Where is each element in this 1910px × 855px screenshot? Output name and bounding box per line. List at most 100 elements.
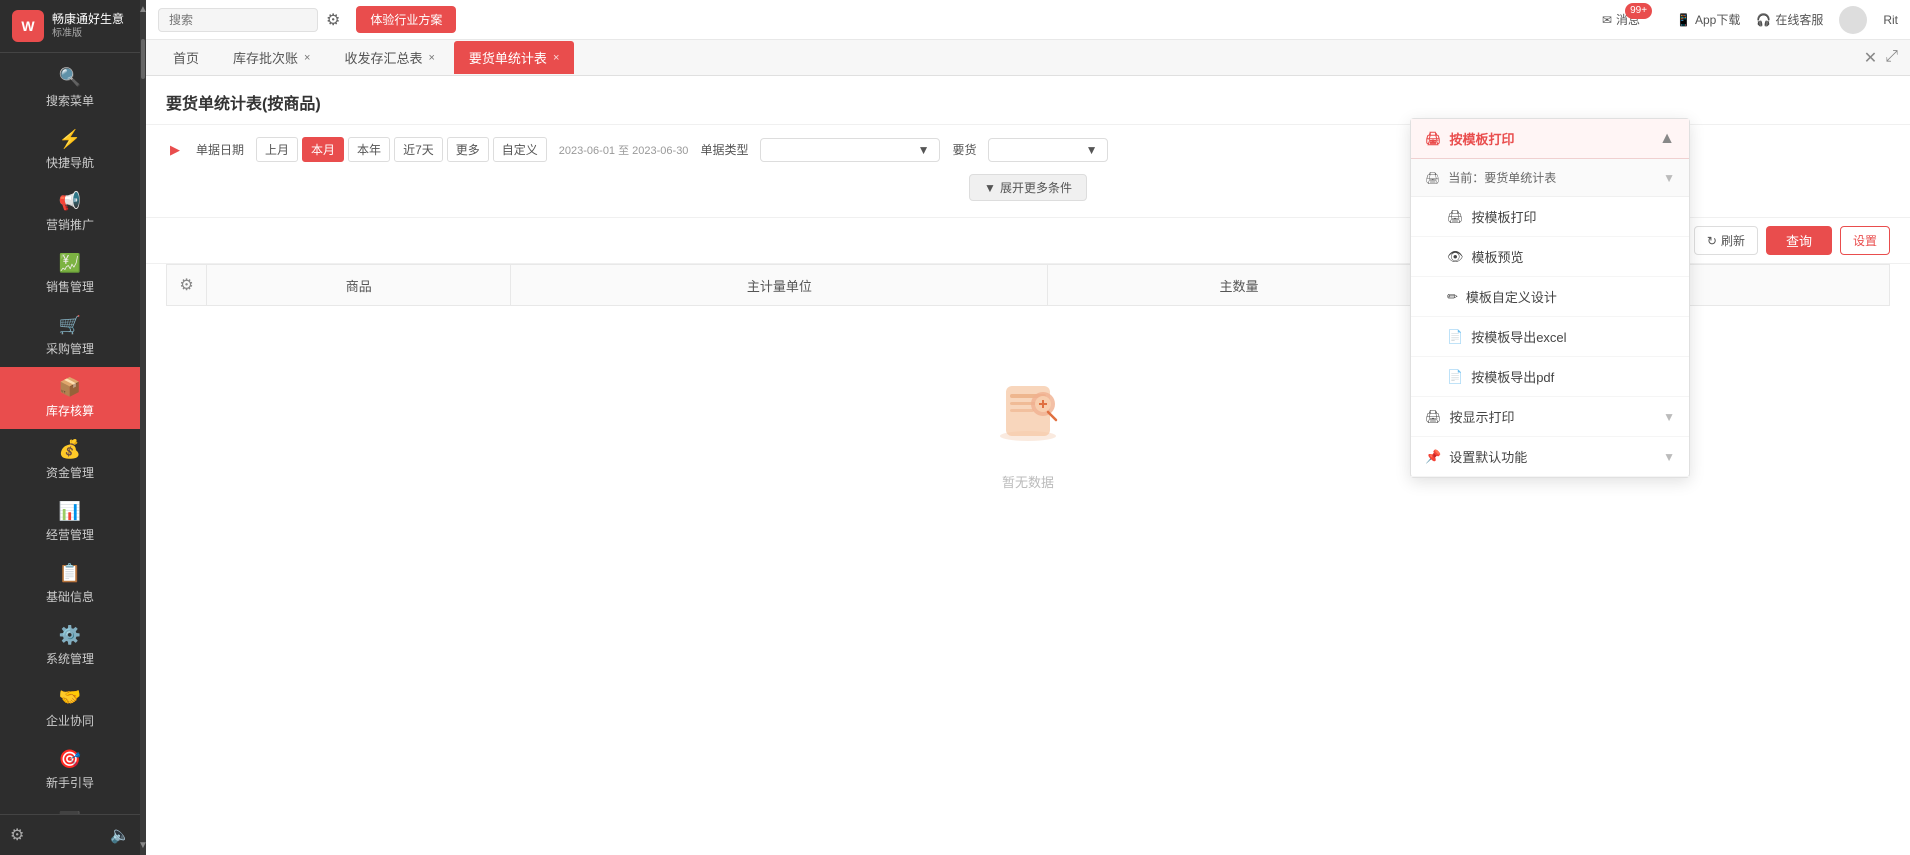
operation-icon: 📊 xyxy=(59,501,81,522)
tab-order-stats-label: 要货单统计表 xyxy=(469,48,547,67)
tab-home[interactable]: 首页 xyxy=(158,41,214,74)
sidebar-item-quick-nav[interactable]: ⚡ 快捷导航 xyxy=(0,119,140,181)
sidebar-settings-icon[interactable]: ⚙ xyxy=(10,825,24,845)
dropdown-item-export-pdf-label: 按模板导出pdf xyxy=(1471,367,1675,386)
service-icon: 🎧 xyxy=(1756,13,1771,27)
sidebar-nav: 🔍 搜索菜单 ⚡ 快捷导航 📢 营销推广 💹 销售管理 🛒 采购管理 📦 库存核… xyxy=(0,53,140,814)
sidebar-item-finance-label: 资金管理 xyxy=(46,464,94,481)
app-download-group[interactable]: 📱 App下载 xyxy=(1676,11,1740,28)
empty-state-icon xyxy=(988,366,1068,460)
dropdown-item-template-preview-label: 模板预览 xyxy=(1472,247,1675,266)
logo-area: W 畅康通好生意 标准版 xyxy=(0,0,140,53)
sidebar-item-marketing[interactable]: 📢 营销推广 xyxy=(0,181,140,243)
tab-receipts-summary[interactable]: 收发存汇总表 × xyxy=(329,41,449,74)
table-header-qty: 主数量 xyxy=(1048,265,1430,306)
tab-expand-icon[interactable]: ⤢ xyxy=(1885,48,1898,68)
sidebar-item-marketing-label: 营销推广 xyxy=(46,216,94,233)
dropdown-section-display-print[interactable]: 🖨 按显示打印 ▼ xyxy=(1411,397,1689,437)
date-btn-more[interactable]: 更多 xyxy=(447,137,489,162)
query-button[interactable]: 查询 xyxy=(1766,226,1832,255)
sidebar-item-appstore[interactable]: 🔲 应用中心 xyxy=(0,801,140,814)
inventory-icon: 📦 xyxy=(59,377,81,398)
topbar-search-input[interactable] xyxy=(158,8,318,32)
date-btn-this-year[interactable]: 本年 xyxy=(348,137,390,162)
tab-inventory-batch-label: 库存批次账 xyxy=(233,48,298,67)
sidebar-item-sales-label: 销售管理 xyxy=(46,278,94,295)
sidebar-item-finance[interactable]: 💰 资金管理 xyxy=(0,429,140,491)
purchase-icon: 🛒 xyxy=(59,315,81,336)
collab-icon: 🤝 xyxy=(59,687,81,708)
settings-button[interactable]: 设置 xyxy=(1840,226,1890,255)
sidebar-item-guide[interactable]: 🎯 新手引导 xyxy=(0,739,140,801)
dropdown-close-button[interactable]: ▲ xyxy=(1659,130,1675,148)
topbar: ⚙ 体验行业方案 ✉ 消息 99+ 📱 App下载 🎧 在线客服 Rit xyxy=(146,0,1910,40)
sidebar-item-sales[interactable]: 💹 销售管理 xyxy=(0,243,140,305)
online-service-group[interactable]: 🎧 在线客服 xyxy=(1756,11,1823,28)
sidebar-sound-icon[interactable]: 🔈 xyxy=(110,825,130,845)
dropdown-section-set-default[interactable]: 📌 设置默认功能 ▼ xyxy=(1411,437,1689,477)
dropdown-item-export-excel[interactable]: 📄 按模板导出excel xyxy=(1411,317,1689,357)
sidebar-item-collab[interactable]: 🤝 企业协同 xyxy=(0,677,140,739)
sidebar-item-basic[interactable]: 📋 基础信息 xyxy=(0,553,140,615)
sidebar-bottom: ⚙ 🔈 xyxy=(0,814,140,855)
tab-inventory-batch[interactable]: 库存批次账 × xyxy=(218,41,325,74)
tab-order-stats-close[interactable]: × xyxy=(553,52,559,64)
basic-icon: 📋 xyxy=(59,563,81,584)
dropdown-item-template-print[interactable]: 🖨 按模板打印 xyxy=(1411,197,1689,237)
sidebar-item-inventory[interactable]: 📦 库存核算 xyxy=(0,367,140,429)
current-arrow: ▼ xyxy=(1663,171,1675,185)
dropdown-item-template-preview[interactable]: 👁 模板预览 xyxy=(1411,237,1689,277)
dropdown-header: 🖨 按模板打印 ▲ xyxy=(1411,119,1689,159)
sidebar-item-system[interactable]: ⚙️ 系统管理 xyxy=(0,615,140,677)
table-header-settings[interactable]: ⚙ xyxy=(167,265,207,306)
sidebar-item-purchase[interactable]: 🛒 采购管理 xyxy=(0,305,140,367)
dropdown-current-item[interactable]: 🖨 当前：要货单统计表 ▼ xyxy=(1411,159,1689,197)
dropdown-item-template-custom[interactable]: ✏ 模板自定义设计 xyxy=(1411,277,1689,317)
marketing-icon: 📢 xyxy=(59,191,81,212)
tab-receipts-summary-close[interactable]: × xyxy=(428,52,434,64)
table-header-product: 商品 xyxy=(207,265,511,306)
sidebar-item-operation-label: 经营管理 xyxy=(46,526,94,543)
table-header-unit: 主计量单位 xyxy=(511,265,1048,306)
template-custom-icon: ✏ xyxy=(1447,289,1458,305)
filter-type-label: 单据类型 xyxy=(700,141,748,158)
sidebar-item-purchase-label: 采购管理 xyxy=(46,340,94,357)
user-avatar[interactable] xyxy=(1839,6,1867,34)
sidebar-item-search[interactable]: 🔍 搜索菜单 xyxy=(0,57,140,119)
main-area: ⚙ 体验行业方案 ✉ 消息 99+ 📱 App下载 🎧 在线客服 Rit 首页 xyxy=(146,0,1910,855)
column-settings-icon[interactable]: ⚙ xyxy=(179,275,193,295)
empty-state-text: 暂无数据 xyxy=(1002,472,1054,491)
download-icon: 📱 xyxy=(1676,13,1691,27)
app-download-label: App下载 xyxy=(1695,11,1740,28)
sidebar-item-basic-label: 基础信息 xyxy=(46,588,94,605)
logo-icon: W xyxy=(12,10,44,42)
filter-expand-arrow[interactable]: ▶ xyxy=(166,142,184,158)
sidebar-item-operation[interactable]: 📊 经营管理 xyxy=(0,491,140,553)
dropdown-section-set-default-label: 设置默认功能 xyxy=(1449,447,1663,466)
tab-inventory-batch-close[interactable]: × xyxy=(304,52,310,64)
dropdown-item-export-pdf[interactable]: 📄 按模板导出pdf xyxy=(1411,357,1689,397)
sidebar-item-inventory-label: 库存核算 xyxy=(46,402,94,419)
filter-goods-select[interactable]: ▼ xyxy=(988,138,1108,162)
tab-close-all-icon[interactable]: ✕ xyxy=(1864,48,1877,68)
date-btn-custom[interactable]: 自定义 xyxy=(493,137,547,162)
filter-type-select[interactable]: ▼ xyxy=(760,138,940,162)
dropdown-header-left: 🖨 按模板打印 xyxy=(1425,129,1515,148)
topbar-settings-icon[interactable]: ⚙ xyxy=(326,10,340,30)
filter-type-arrow: ▼ xyxy=(918,143,930,157)
expand-more-conditions-button[interactable]: ▼ 展开更多条件 xyxy=(969,174,1087,201)
tab-order-stats[interactable]: 要货单统计表 × xyxy=(454,41,574,74)
date-range-text: 2023-06-01 至 2023-06-30 xyxy=(559,142,689,158)
guide-icon: 🎯 xyxy=(59,749,81,770)
refresh-button[interactable]: ↻ 刷新 xyxy=(1694,226,1758,255)
date-btn-last-7-days[interactable]: 近7天 xyxy=(394,137,443,162)
scroll-handle[interactable] xyxy=(141,39,145,79)
page-content: 要货单统计表(按商品) ▶ 单据日期 上月 本月 本年 近7天 更多 自定义 2… xyxy=(146,76,1910,855)
date-btn-this-month[interactable]: 本月 xyxy=(302,137,344,162)
message-group[interactable]: ✉ 消息 99+ xyxy=(1602,11,1640,28)
current-icon: 🖨 xyxy=(1425,171,1440,185)
sidebar-item-system-label: 系统管理 xyxy=(46,650,94,667)
display-print-icon: 🖨 xyxy=(1425,409,1442,425)
date-btn-last-month[interactable]: 上月 xyxy=(256,137,298,162)
industry-solution-button[interactable]: 体验行业方案 xyxy=(356,6,456,33)
